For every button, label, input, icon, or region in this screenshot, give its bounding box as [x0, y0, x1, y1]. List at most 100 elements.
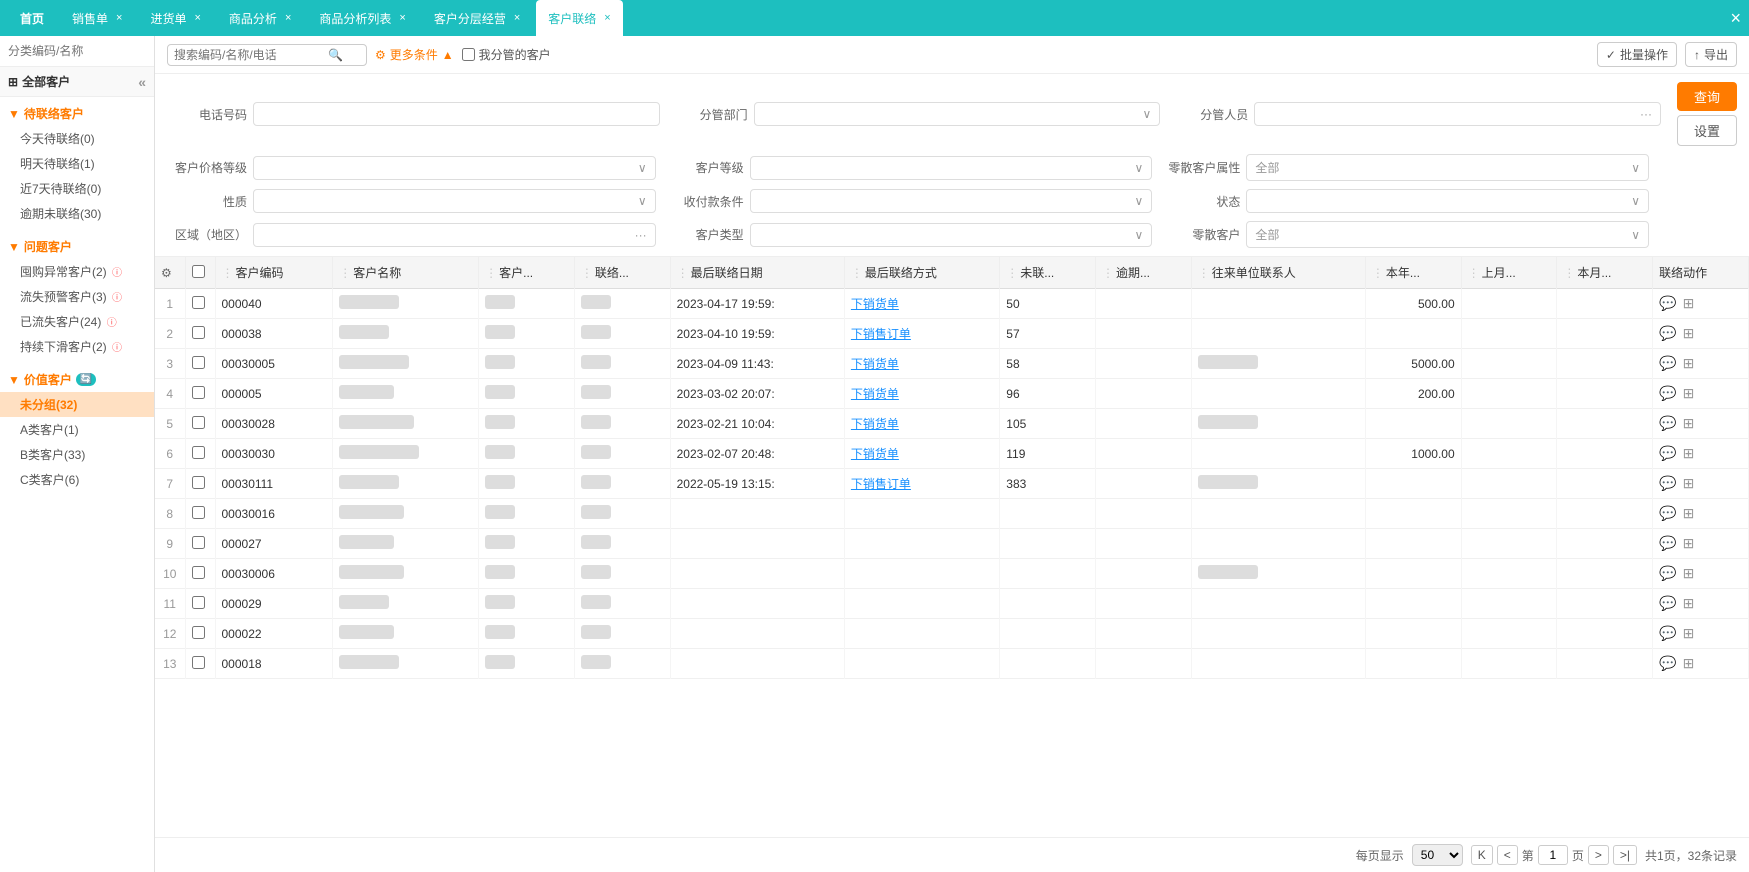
row-checkbox[interactable]: [192, 566, 205, 579]
tab-customer-contact-close[interactable]: ×: [604, 12, 610, 24]
collapse-icon[interactable]: «: [138, 74, 146, 90]
payment-select[interactable]: ∨: [750, 189, 1153, 213]
message-icon[interactable]: 💬: [1659, 475, 1676, 492]
more-actions-icon[interactable]: ⊞: [1683, 595, 1695, 612]
contact-method-link[interactable]: 下销售订单: [851, 477, 911, 491]
row-checkbox[interactable]: [192, 626, 205, 639]
sidebar-item-class-a[interactable]: A类客户(1): [0, 417, 154, 442]
sidebar-item-overdue[interactable]: 逾期未联络(30): [0, 201, 154, 226]
sidebar-search-input[interactable]: [8, 44, 155, 58]
row-checkbox[interactable]: [192, 506, 205, 519]
search-icon[interactable]: 🔍: [328, 48, 343, 62]
message-icon[interactable]: 💬: [1659, 565, 1676, 582]
tab-goods-list[interactable]: 商品分析列表 ×: [307, 0, 417, 36]
search-input[interactable]: [174, 48, 324, 62]
more-actions-icon[interactable]: ⊞: [1683, 415, 1695, 432]
sidebar-item-decline[interactable]: 持续下滑客户(2) ⓘ: [0, 334, 154, 359]
contact-method-link[interactable]: 下销货单: [851, 447, 899, 461]
contact-method-link[interactable]: 下销货单: [851, 387, 899, 401]
message-icon[interactable]: 💬: [1659, 295, 1676, 312]
message-icon[interactable]: 💬: [1659, 625, 1676, 642]
more-actions-icon[interactable]: ⊞: [1683, 625, 1695, 642]
last-page-button[interactable]: >|: [1613, 845, 1637, 865]
tab-customer-tier-close[interactable]: ×: [514, 12, 520, 24]
sidebar-item-tomorrow[interactable]: 明天待联络(1): [0, 151, 154, 176]
query-button[interactable]: 查询: [1677, 82, 1737, 111]
all-customers-header[interactable]: ⊞ 全部客户 «: [0, 67, 154, 97]
dept-select[interactable]: ∨: [754, 102, 1161, 126]
tab-goods-list-close[interactable]: ×: [399, 12, 405, 24]
page-input[interactable]: [1538, 845, 1568, 865]
pending-group-title[interactable]: ▼ 待联络客户: [0, 101, 154, 126]
more-actions-icon[interactable]: ⊞: [1683, 445, 1695, 462]
tab-goods-analysis[interactable]: 商品分析 ×: [217, 0, 303, 36]
sidebar-item-class-c[interactable]: C类客户(6): [0, 467, 154, 492]
manager-select[interactable]: ···: [1254, 102, 1661, 126]
my-customers-checkbox[interactable]: [462, 48, 475, 61]
tab-purchase-close[interactable]: ×: [194, 12, 200, 24]
row-checkbox[interactable]: [192, 656, 205, 669]
retail-attr-select[interactable]: 全部 ∨: [1246, 154, 1649, 181]
tab-goods-analysis-close[interactable]: ×: [285, 12, 291, 24]
more-actions-icon[interactable]: ⊞: [1683, 535, 1695, 552]
row-checkbox[interactable]: [192, 416, 205, 429]
sidebar-item-week[interactable]: 近7天待联络(0): [0, 176, 154, 201]
row-checkbox[interactable]: [192, 446, 205, 459]
sidebar-item-class-b[interactable]: B类客户(33): [0, 442, 154, 467]
customer-level-select[interactable]: ∨: [750, 156, 1153, 180]
reset-button[interactable]: 设置: [1677, 115, 1737, 146]
message-icon[interactable]: 💬: [1659, 595, 1676, 612]
tab-sales[interactable]: 销售单 ×: [60, 0, 134, 36]
tab-customer-tier[interactable]: 客户分层经营 ×: [422, 0, 532, 36]
problem-group-title[interactable]: ▼ 问题客户: [0, 234, 154, 259]
contact-method-link[interactable]: 下销售订单: [851, 327, 911, 341]
price-level-select[interactable]: ∨: [253, 156, 656, 180]
more-actions-icon[interactable]: ⊞: [1683, 655, 1695, 672]
contact-method-link[interactable]: 下销货单: [851, 297, 899, 311]
retail-customer-select[interactable]: 全部 ∨: [1246, 221, 1649, 248]
row-checkbox[interactable]: [192, 296, 205, 309]
more-conditions-button[interactable]: ⚙ 更多条件 ▲: [375, 46, 454, 63]
prev-page-button[interactable]: <: [1497, 845, 1518, 865]
tab-purchase[interactable]: 进货单 ×: [138, 0, 212, 36]
export-button[interactable]: ↑ 导出: [1685, 42, 1737, 67]
value-group-title[interactable]: ▼ 价值客户 🔄: [0, 367, 154, 392]
more-actions-icon[interactable]: ⊞: [1683, 355, 1695, 372]
row-checkbox[interactable]: [192, 596, 205, 609]
table-settings-icon[interactable]: ⚙: [161, 266, 172, 280]
more-actions-icon[interactable]: ⊞: [1683, 505, 1695, 522]
tab-home[interactable]: 首页: [8, 0, 56, 36]
contact-method-link[interactable]: 下销货单: [851, 357, 899, 371]
more-actions-icon[interactable]: ⊞: [1683, 475, 1695, 492]
sidebar-item-hoard[interactable]: 囤购异常客户(2) ⓘ: [0, 259, 154, 284]
first-page-button[interactable]: K: [1471, 845, 1493, 865]
row-checkbox[interactable]: [192, 386, 205, 399]
tab-sales-close[interactable]: ×: [116, 12, 122, 24]
more-actions-icon[interactable]: ⊞: [1683, 385, 1695, 402]
contact-method-link[interactable]: 下销货单: [851, 417, 899, 431]
message-icon[interactable]: 💬: [1659, 535, 1676, 552]
status-select[interactable]: ∨: [1246, 189, 1649, 213]
row-checkbox[interactable]: [192, 356, 205, 369]
message-icon[interactable]: 💬: [1659, 415, 1676, 432]
nature-select[interactable]: ∨: [253, 189, 656, 213]
more-actions-icon[interactable]: ⊞: [1683, 295, 1695, 312]
row-checkbox[interactable]: [192, 536, 205, 549]
message-icon[interactable]: 💬: [1659, 355, 1676, 372]
select-all-checkbox[interactable]: [192, 265, 205, 278]
message-icon[interactable]: 💬: [1659, 655, 1676, 672]
message-icon[interactable]: 💬: [1659, 325, 1676, 342]
sidebar-item-today[interactable]: 今天待联络(0): [0, 126, 154, 151]
sidebar-item-ungrouped[interactable]: 未分组(32): [0, 392, 154, 417]
next-page-button[interactable]: >: [1588, 845, 1609, 865]
close-all-button[interactable]: ×: [1730, 8, 1741, 29]
message-icon[interactable]: 💬: [1659, 445, 1676, 462]
tab-customer-contact[interactable]: 客户联络 ×: [536, 0, 622, 36]
per-page-select[interactable]: 50 100 200: [1412, 844, 1463, 866]
more-actions-icon[interactable]: ⊞: [1683, 325, 1695, 342]
customer-type-select[interactable]: ∨: [750, 223, 1153, 247]
row-checkbox[interactable]: [192, 326, 205, 339]
batch-operation-button[interactable]: ✓ 批量操作: [1597, 42, 1677, 67]
region-select[interactable]: ···: [253, 223, 656, 247]
phone-input[interactable]: [253, 102, 660, 126]
